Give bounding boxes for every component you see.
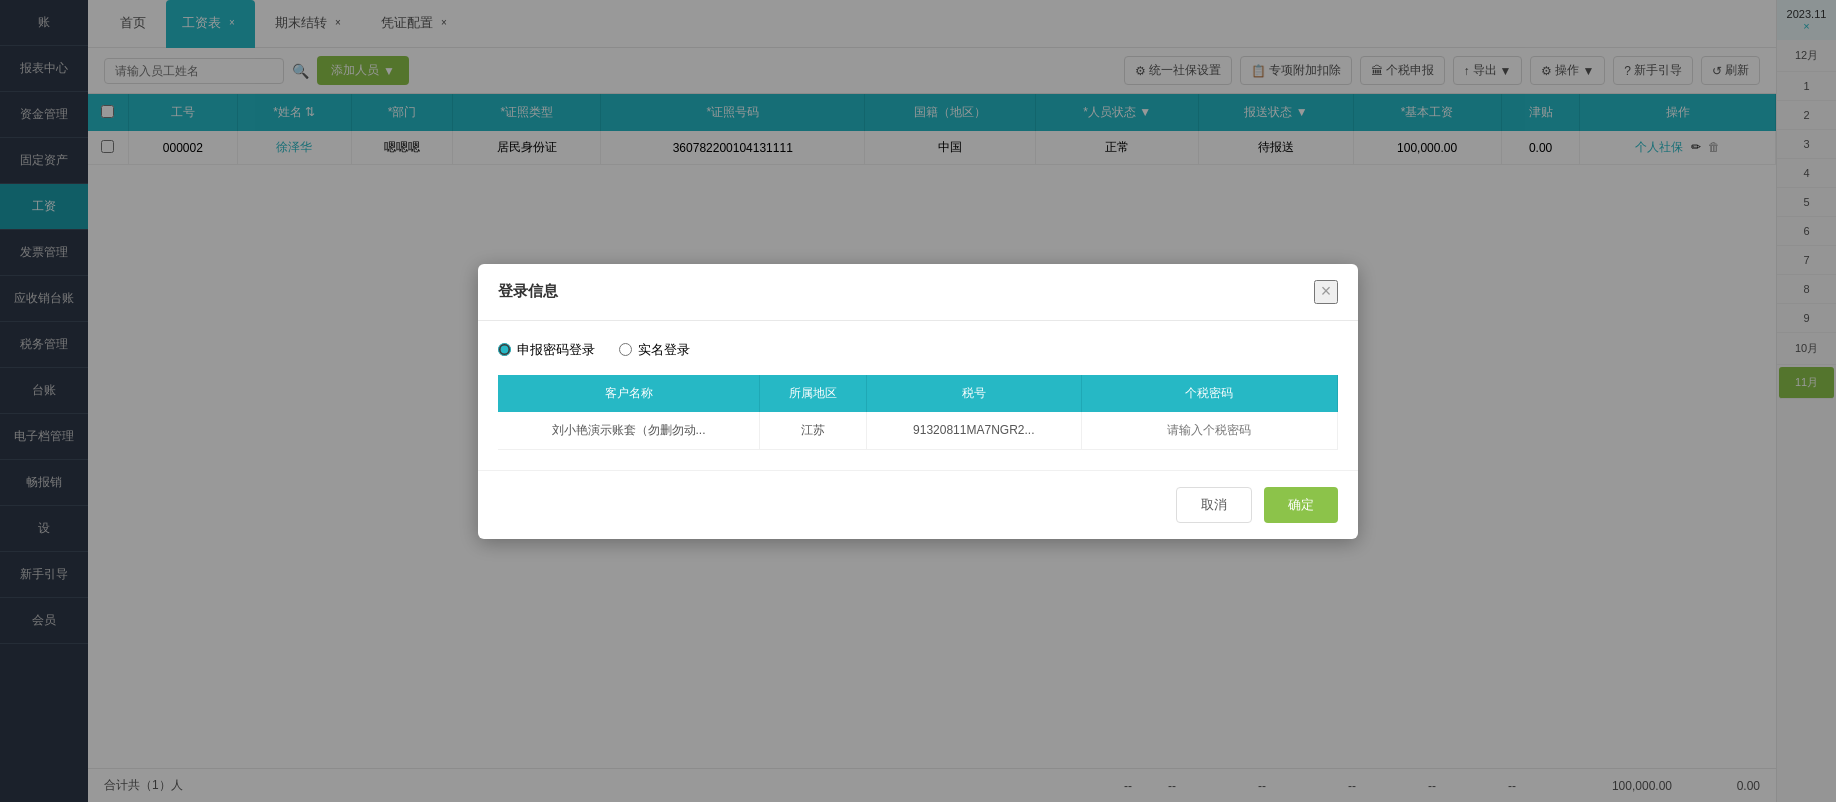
dialog-close-button[interactable]: × [1314,280,1338,304]
realname-login-radio[interactable] [619,343,632,356]
region-cell: 江苏 [760,412,867,450]
password-login-option[interactable]: 申报密码登录 [498,341,595,359]
tax-password-input[interactable] [1094,423,1325,437]
tax-password-cell[interactable] [1081,412,1337,450]
dialog-table-row: 刘小艳演示账套（勿删勿动... 江苏 91320811MA7NGR2... [498,412,1338,450]
dialog-title: 登录信息 [498,282,558,301]
password-login-radio[interactable] [498,343,511,356]
dialog-col-client: 客户名称 [498,375,760,412]
confirm-button[interactable]: 确定 [1264,487,1338,523]
dialog-footer: 取消 确定 [478,470,1358,539]
dialog-col-tax-number: 税号 [867,375,1082,412]
login-dialog: 登录信息 × 申报密码登录 实名登录 客户名称 所属地区 [478,264,1358,539]
dialog-table: 客户名称 所属地区 税号 个税密码 刘小艳演示账套（勿删勿动... 江苏 913… [498,375,1338,450]
login-type-group: 申报密码登录 实名登录 [498,341,1338,359]
cancel-button[interactable]: 取消 [1176,487,1252,523]
dialog-body: 申报密码登录 实名登录 客户名称 所属地区 税号 个税密码 [478,321,1358,470]
dialog-col-region: 所属地区 [760,375,867,412]
realname-login-option[interactable]: 实名登录 [619,341,690,359]
dialog-overlay: 登录信息 × 申报密码登录 实名登录 客户名称 所属地区 [0,0,1836,802]
client-name-cell: 刘小艳演示账套（勿删勿动... [498,412,760,450]
tax-number-cell: 91320811MA7NGR2... [867,412,1082,450]
dialog-header: 登录信息 × [478,264,1358,321]
dialog-col-tax-password: 个税密码 [1081,375,1337,412]
